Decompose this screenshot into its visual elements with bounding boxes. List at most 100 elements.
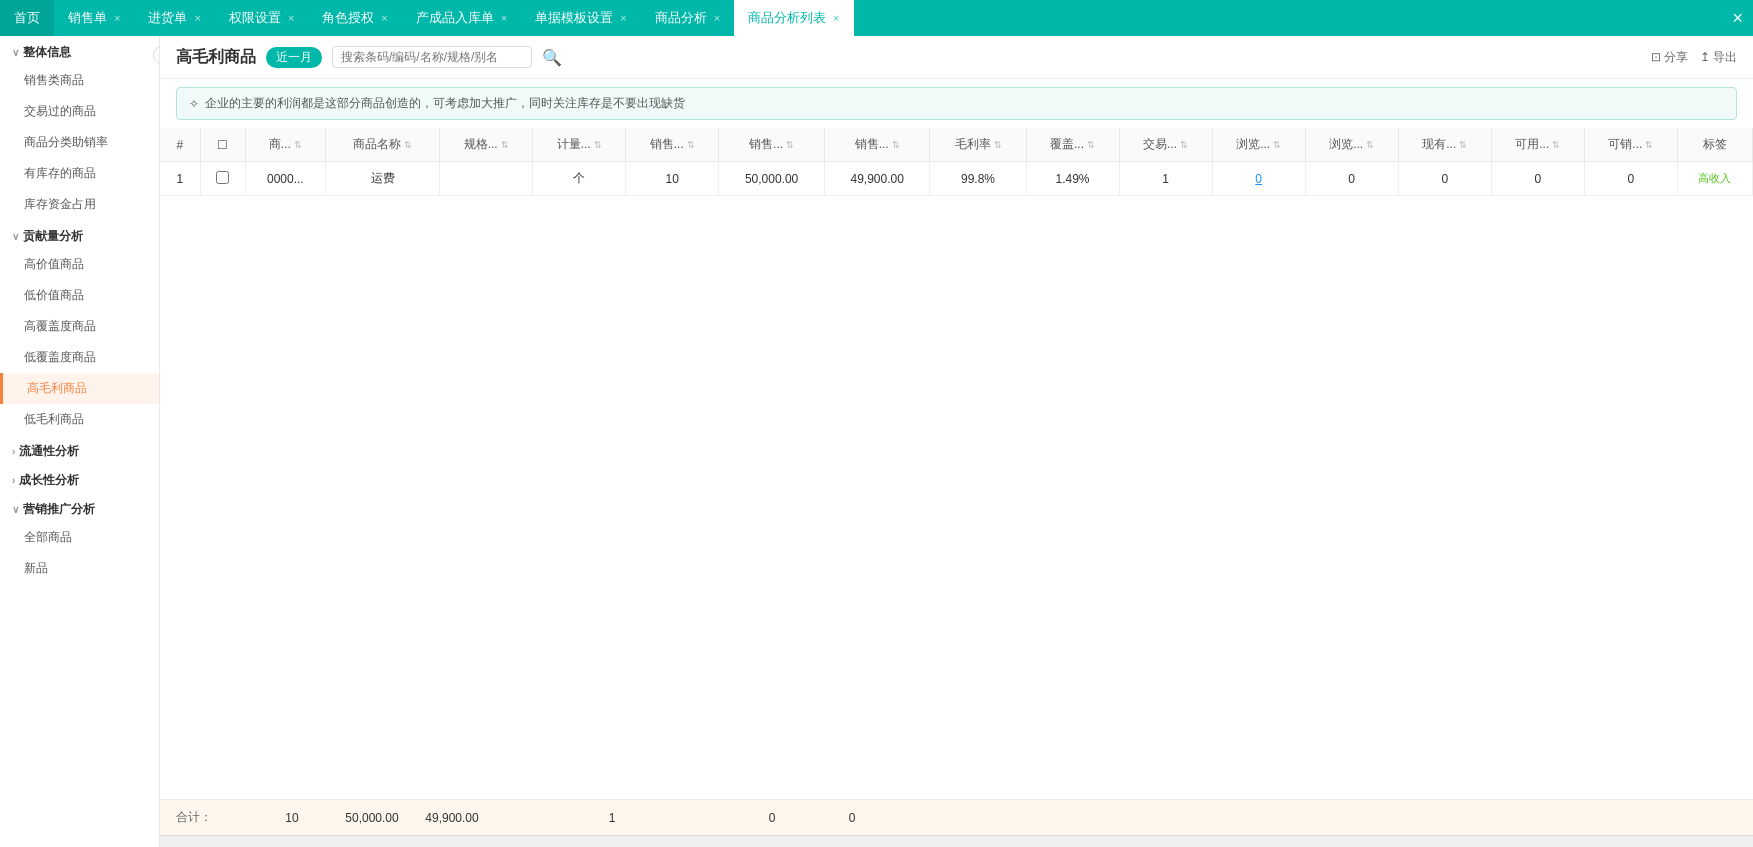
sidebar-item-0-1[interactable]: 交易过的商品 <box>0 96 159 127</box>
col-header-2[interactable]: 商...⇅ <box>245 128 326 162</box>
sidebar-group-header-4[interactable]: ∨营销推广分析 <box>0 493 159 522</box>
sort-icon-5: ⇅ <box>594 140 602 150</box>
nav-close-icon-3[interactable]: × <box>288 0 294 36</box>
sidebar-group-toggle-4: ∨ <box>12 504 19 515</box>
window-close-button[interactable]: × <box>1732 8 1753 29</box>
main-layout: « ∨整体信息销售类商品交易过的商品商品分类助销率有库存的商品库存资金占用∨贡献… <box>0 36 1753 847</box>
nav-close-icon-8[interactable]: × <box>833 0 839 36</box>
search-input[interactable] <box>332 46 532 68</box>
nav-item-2[interactable]: 进货单× <box>134 0 214 36</box>
nav-close-icon-5[interactable]: × <box>501 0 507 36</box>
info-icon: ✧ <box>189 97 199 111</box>
nav-item-3[interactable]: 权限设置× <box>215 0 308 36</box>
sidebar-item-0-2[interactable]: 商品分类助销率 <box>0 127 159 158</box>
sort-icon-12: ⇅ <box>1273 140 1281 150</box>
footer-sales2: 50,000.00 <box>332 811 412 825</box>
search-button[interactable]: 🔍 <box>542 48 562 67</box>
sidebar-group-header-2[interactable]: ›流通性分析 <box>0 435 159 464</box>
col-header-9[interactable]: 毛利率⇅ <box>930 128 1026 162</box>
footer-sales3: 49,900.00 <box>412 811 492 825</box>
table-footer: 合计： 10 50,000.00 49,900.00 1 0 0 <box>160 799 1753 835</box>
nav-close-icon-7[interactable]: × <box>714 0 720 36</box>
col-header-7[interactable]: 销售...⇅ <box>719 128 825 162</box>
col-header-3[interactable]: 商品名称⇅ <box>326 128 440 162</box>
sidebar-item-1-3[interactable]: 低覆盖度商品 <box>0 342 159 373</box>
content-area: 高毛利商品 近一月 🔍 ⊡ 分享 ↥ 导出 ✧ 企业的主要的利润都是这部分商品创… <box>160 36 1753 847</box>
sort-icon-3: ⇅ <box>404 140 412 150</box>
col-header-13[interactable]: 浏览...⇅ <box>1305 128 1398 162</box>
col-header-8[interactable]: 销售...⇅ <box>824 128 930 162</box>
sort-icon-2: ⇅ <box>294 140 302 150</box>
info-banner: ✧ 企业的主要的利润都是这部分商品创造的，可考虑加大推广，同时关注库存是不要出现… <box>176 87 1737 120</box>
sidebar-group-toggle-1: ∨ <box>12 231 19 242</box>
footer-sales1: 10 <box>252 811 332 825</box>
export-button[interactable]: ↥ 导出 <box>1700 49 1737 66</box>
sidebar-item-1-4[interactable]: 高毛利商品 <box>0 373 159 404</box>
cell-0-15: 0 <box>1491 162 1584 196</box>
sidebar-item-4-1[interactable]: 新品 <box>0 553 159 584</box>
col-header-5[interactable]: 计量...⇅ <box>533 128 626 162</box>
cell-0-16: 0 <box>1584 162 1677 196</box>
col-header-12[interactable]: 浏览...⇅ <box>1212 128 1305 162</box>
sidebar-item-4-0[interactable]: 全部商品 <box>0 522 159 553</box>
nav-item-4[interactable]: 角色授权× <box>308 0 401 36</box>
nav-item-8[interactable]: 商品分析列表× <box>734 0 853 36</box>
nav-item-0[interactable]: 首页 <box>0 0 54 36</box>
cell-0-12: 0 <box>1212 162 1305 196</box>
col-header-11[interactable]: 交易...⇅ <box>1119 128 1212 162</box>
nav-item-7[interactable]: 商品分析× <box>641 0 734 36</box>
col-header-4[interactable]: 规格...⇅ <box>440 128 533 162</box>
col-header-0: # <box>160 128 200 162</box>
time-filter-button[interactable]: 近一月 <box>266 47 322 68</box>
sidebar-item-0-4[interactable]: 库存资金占用 <box>0 189 159 220</box>
col-header-14[interactable]: 现有...⇅ <box>1398 128 1491 162</box>
nav-close-icon-1[interactable]: × <box>114 0 120 36</box>
share-icon: ⊡ <box>1651 50 1661 64</box>
col-header-15[interactable]: 可用...⇅ <box>1491 128 1584 162</box>
browse1-link-0[interactable]: 0 <box>1255 172 1262 186</box>
footer-label: 合计： <box>176 809 212 826</box>
sidebar-group-toggle-0: ∨ <box>12 47 19 58</box>
sidebar-item-1-5[interactable]: 低毛利商品 <box>0 404 159 435</box>
cell-0-4 <box>440 162 533 196</box>
row-checkbox-0[interactable] <box>216 171 229 184</box>
sidebar-item-0-0[interactable]: 销售类商品 <box>0 65 159 96</box>
col-header-10[interactable]: 覆盖...⇅ <box>1026 128 1119 162</box>
sidebar-group-header-0[interactable]: ∨整体信息 <box>0 36 159 65</box>
col-header-16[interactable]: 可销...⇅ <box>1584 128 1677 162</box>
cell-0-1 <box>200 162 245 196</box>
sidebar-item-1-1[interactable]: 低价值商品 <box>0 280 159 311</box>
sort-icon-6: ⇅ <box>687 140 695 150</box>
cell-0-5: 个 <box>533 162 626 196</box>
tag-badge-0: 高收入 <box>1698 172 1731 184</box>
col-header-1: ☐ <box>200 128 245 162</box>
page-title: 高毛利商品 <box>176 47 256 68</box>
sort-icon-16: ⇅ <box>1645 140 1653 150</box>
sidebar-group-toggle-2: › <box>12 446 15 457</box>
sidebar-item-0-3[interactable]: 有库存的商品 <box>0 158 159 189</box>
sidebar-item-1-0[interactable]: 高价值商品 <box>0 249 159 280</box>
sidebar-group-header-1[interactable]: ∨贡献量分析 <box>0 220 159 249</box>
nav-close-icon-6[interactable]: × <box>620 0 626 36</box>
table-row[interactable]: 10000...运费个1050,000.0049,900.0099.8%1.49… <box>160 162 1753 196</box>
nav-close-icon-2[interactable]: × <box>194 0 200 36</box>
share-button[interactable]: ⊡ 分享 <box>1651 49 1688 66</box>
col-header-6[interactable]: 销售...⇅ <box>626 128 719 162</box>
top-navigation: 首页销售单×进货单×权限设置×角色授权×产成品入库单×单据模板设置×商品分析×商… <box>0 0 1753 36</box>
cell-0-6: 10 <box>626 162 719 196</box>
nav-item-6[interactable]: 单据模板设置× <box>521 0 640 36</box>
nav-item-1[interactable]: 销售单× <box>54 0 134 36</box>
nav-close-icon-4[interactable]: × <box>381 0 387 36</box>
col-header-17: 标签 <box>1677 128 1752 162</box>
sort-icon-7: ⇅ <box>786 140 794 150</box>
sidebar-group-header-3[interactable]: ›成长性分析 <box>0 464 159 493</box>
footer-available: 0 <box>812 811 892 825</box>
horizontal-scrollbar[interactable] <box>160 835 1753 847</box>
sidebar-item-1-2[interactable]: 高覆盖度商品 <box>0 311 159 342</box>
sort-icon-10: ⇅ <box>1087 140 1095 150</box>
sidebar-group-toggle-3: › <box>12 475 15 486</box>
nav-item-5[interactable]: 产成品入库单× <box>402 0 521 36</box>
sort-icon-13: ⇅ <box>1366 140 1374 150</box>
data-table: #☐商...⇅商品名称⇅规格...⇅计量...⇅销售...⇅销售...⇅销售..… <box>160 128 1753 196</box>
cell-0-17: 高收入 <box>1677 162 1752 196</box>
